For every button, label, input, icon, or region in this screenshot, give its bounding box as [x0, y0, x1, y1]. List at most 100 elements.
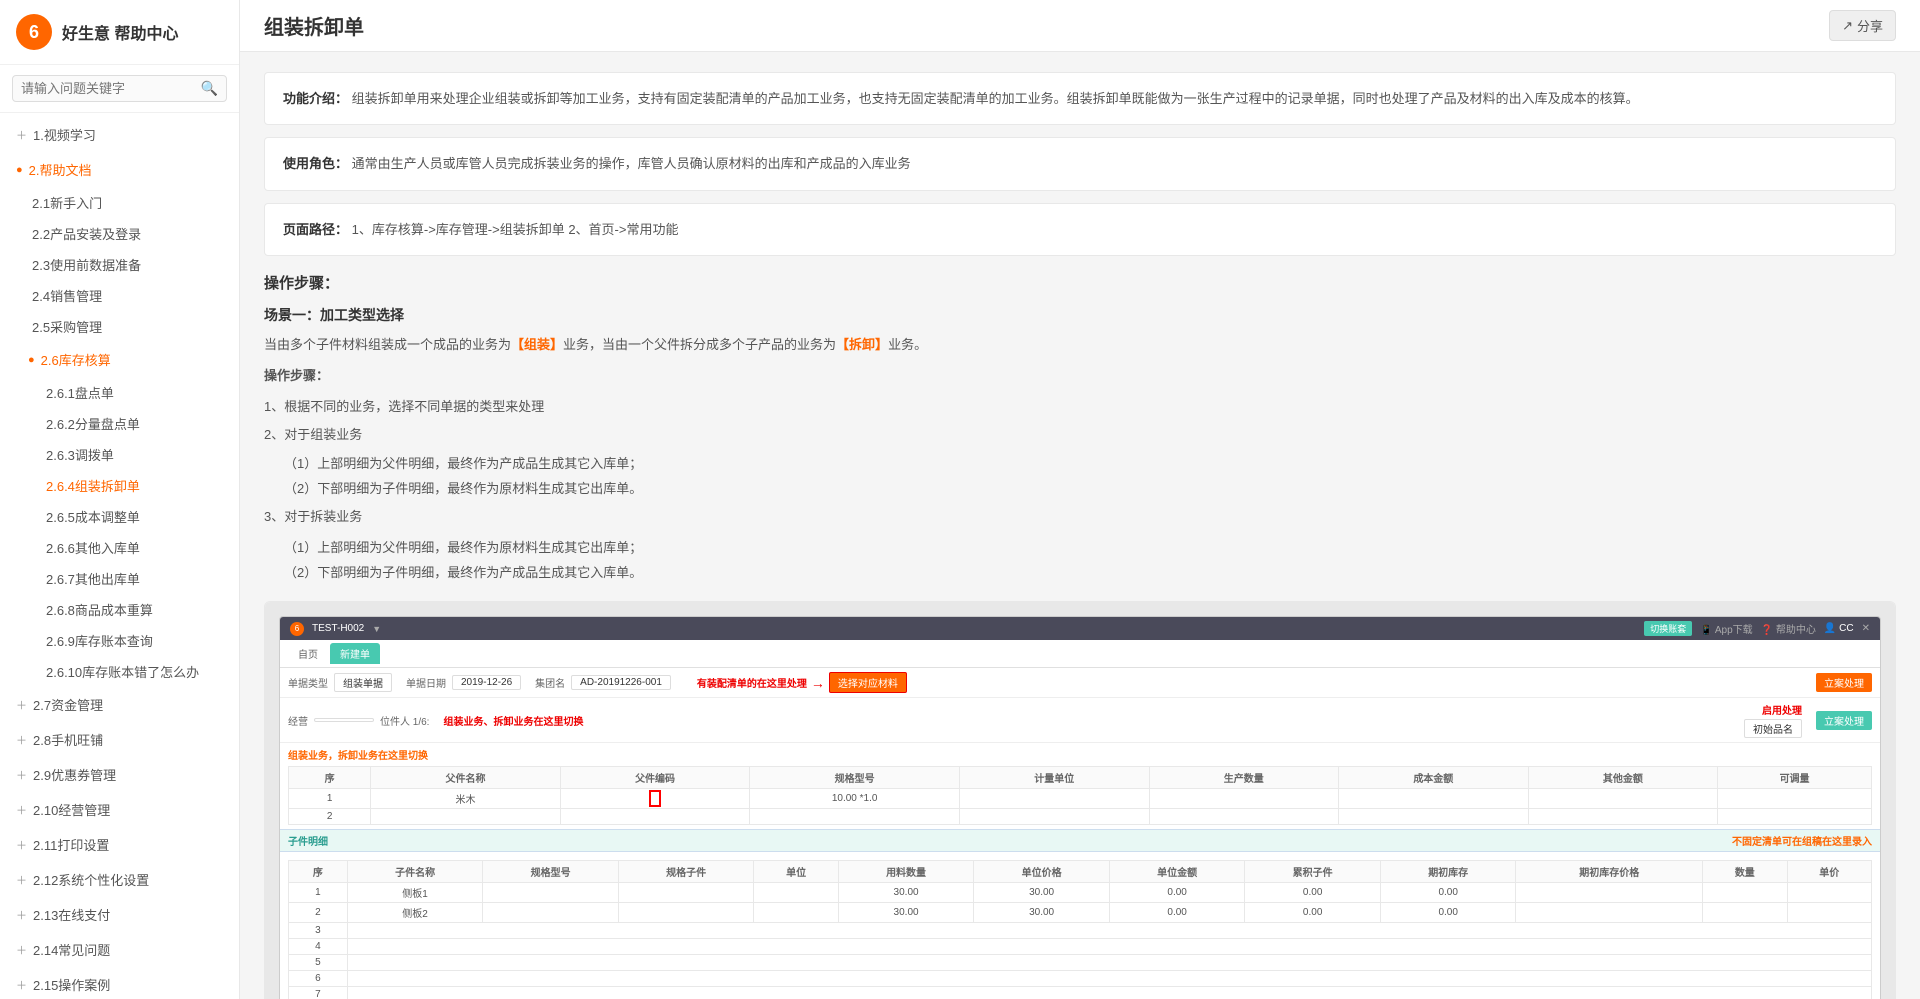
search-box[interactable]: 🔍: [12, 75, 227, 102]
tab-home[interactable]: 自页: [288, 643, 328, 664]
sidebar-item-install[interactable]: 2.2产品安装及登录: [0, 218, 239, 249]
code-highlighted[interactable]: [649, 790, 661, 807]
sidebar-item-mobile[interactable]: ＋ 2.8手机旺铺: [0, 722, 239, 757]
expand-icon-prt: ＋: [16, 837, 27, 853]
sidebar-item-video[interactable]: ＋ 1.视频学习: [0, 117, 239, 152]
sidebar-item-ops[interactable]: ＋ 2.10经营管理: [0, 792, 239, 827]
ops-steps-title: 操作步骤：: [264, 364, 1896, 389]
th-spec: 规格型号: [750, 767, 960, 789]
window-dropdown-icon: ▼: [372, 624, 381, 634]
bom-btn[interactable]: 选择对应材料: [829, 672, 907, 693]
topbar-switch-btn[interactable]: 切换账套: [1644, 621, 1692, 636]
app-tabs: 自页 新建单: [280, 640, 1880, 668]
sidebar-item-inv3[interactable]: 2.6.3调拨单: [0, 439, 239, 470]
sidebar-item-inv4[interactable]: 2.6.4组装拆卸单: [0, 470, 239, 501]
confirm-btn[interactable]: 立案处理: [1816, 711, 1872, 730]
sidebar-item-inv9[interactable]: 2.6.9库存账本查询: [0, 625, 239, 656]
ops-title: 操作步骤：: [264, 272, 1896, 293]
tab-new[interactable]: 新建单: [330, 643, 380, 664]
role-label: 使用角色：: [283, 156, 348, 171]
cell2-unit: [959, 809, 1149, 825]
sub-step-2-2: （2）下部明细为子件明细，最终作为原材料生成其它出库单。: [284, 477, 1896, 502]
field-num-value[interactable]: AD-20191226-001: [571, 675, 671, 690]
window-close-icon[interactable]: ✕: [1862, 623, 1870, 634]
th-seq: 序: [289, 767, 371, 789]
search-input[interactable]: [21, 81, 201, 96]
field-type-label: 单据类型: [288, 675, 328, 690]
sidebar-item-inv5[interactable]: 2.6.5成本调整单: [0, 501, 239, 532]
bth-init-stock: 期初库存: [1380, 861, 1516, 883]
scene1-title: 场景一：加工类型选择: [264, 305, 1896, 325]
th-other: 其他金额: [1528, 767, 1718, 789]
enable-field[interactable]: 初始品名: [1744, 719, 1802, 738]
sidebar-item-data[interactable]: 2.3使用前数据准备: [0, 249, 239, 280]
sidebar-item-inv10[interactable]: 2.6.10库存账本错了怎么办: [0, 656, 239, 687]
field-type-value[interactable]: 组装单据: [334, 673, 392, 692]
cell2-seq: 2: [289, 809, 371, 825]
bottom-table: 序 子件名称 规格型号 规格子件 单位 用料数量 单位价格 单位金额 累积子件: [288, 860, 1872, 999]
bth-cumul: 累积子件: [1245, 861, 1381, 883]
sidebar-item-print[interactable]: ＋ 2.11打印设置: [0, 827, 239, 862]
bth-qty: 数量: [1703, 861, 1787, 883]
top-table-head: 序 父件名称 父件编码 规格型号 计量单位 生产数量 成本金额 其他金额 可调量: [289, 767, 1872, 789]
sidebar-item-docs[interactable]: ● 2.帮助文档: [0, 152, 239, 187]
sidebar-item-coupon[interactable]: ＋ 2.9优惠券管理: [0, 757, 239, 792]
sidebar-item-inv8[interactable]: 2.6.8商品成本重算: [0, 594, 239, 625]
screenshot-inner: 6 TEST-H002 ▼ 切换账套 📱 App下载 ❓ 帮助中心 👤 CC ✕: [265, 602, 1895, 999]
sub-step-3-2: （2）下部明细为子件明细，最终作为产成品生成其它入库单。: [284, 561, 1896, 586]
bottom-row-5: 5: [289, 955, 1872, 971]
sidebar-item-system[interactable]: ＋ 2.12系统个性化设置: [0, 862, 239, 897]
field-date-value[interactable]: 2019-12-26: [452, 675, 521, 690]
toolbar-row1: 单据类型 组装单据 单据日期 2019-12-26 集团名 AD-2019122…: [280, 668, 1880, 698]
annotation-switch-text: 组装业务、拆卸业务在这里切换: [443, 713, 583, 728]
th-unit: 计量单位: [959, 767, 1149, 789]
bottom-table-head: 序 子件名称 规格型号 规格子件 单位 用料数量 单位价格 单位金额 累积子件: [289, 861, 1872, 883]
sidebar: 6 好生意 帮助中心 🔍 ＋ 1.视频学习 ● 2.帮助文档 2.1新手入门 2…: [0, 0, 240, 999]
th-avail: 可调量: [1718, 767, 1872, 789]
sidebar-item-cases[interactable]: ＋ 2.15操作案例: [0, 967, 239, 999]
intro-block: 功能介绍： 组装拆卸单用来处理企业组装或拆卸等加工业务，支持有固定装配清单的产品…: [264, 72, 1896, 125]
cell-spec: 10.00 *1.0: [750, 789, 960, 809]
sidebar-item-inv1[interactable]: 2.6.1盘点单: [0, 377, 239, 408]
expand-icon-cas: ＋: [16, 977, 27, 993]
count-label: 位件人 1/6:: [380, 713, 429, 728]
sidebar-item-purchase[interactable]: 2.5采购管理: [0, 311, 239, 342]
sidebar-item-inv7[interactable]: 2.6.7其他出库单: [0, 563, 239, 594]
sidebar-item-finance[interactable]: ＋ 2.7资金管理: [0, 687, 239, 722]
sidebar-item-sales[interactable]: 2.4销售管理: [0, 280, 239, 311]
cell2-otheamt: [1528, 809, 1718, 825]
step-list: 1、根据不同的业务，选择不同单据的类型来处理 2、对于组装业务: [264, 395, 1896, 448]
operator-input[interactable]: [314, 718, 374, 722]
th-qty: 生产数量: [1149, 767, 1339, 789]
sidebar-item-new[interactable]: 2.1新手入门: [0, 187, 239, 218]
annotation-bom: 有装配清单的在这里处理 → 选择对应材料: [697, 672, 907, 693]
process-btn[interactable]: 立案处理: [1816, 673, 1872, 692]
sidebar-item-inv2[interactable]: 2.6.2分量盘点单: [0, 408, 239, 439]
field-num-label: 集团名: [535, 675, 565, 690]
sub-step-2-1: （1）上部明细为父件明细，最终作为产成品生成其它入库单；: [284, 452, 1896, 477]
window-chrome: 6 TEST-H002 ▼ 切换账套 📱 App下载 ❓ 帮助中心 👤 CC ✕: [280, 617, 1880, 640]
sidebar-item-faq[interactable]: ＋ 2.14常见问题: [0, 932, 239, 967]
top-table-area: 组装业务，拆卸业务在这里切换 序 父件名称 父件编码 规格型号 计量单位: [280, 743, 1880, 829]
content-area: 功能介绍： 组装拆卸单用来处理企业组装或拆卸等加工业务，支持有固定装配清单的产品…: [240, 52, 1920, 999]
sidebar-item-pay[interactable]: ＋ 2.13在线支付: [0, 897, 239, 932]
bottom-row-6: 6: [289, 971, 1872, 987]
bottom-row-3: 3: [289, 923, 1872, 939]
share-button[interactable]: ↗ 分享: [1829, 10, 1896, 41]
cell-seq: 1: [289, 789, 371, 809]
share-icon: ↗: [1842, 18, 1853, 34]
sidebar-item-inv6[interactable]: 2.6.6其他入库单: [0, 532, 239, 563]
expand-icon-ops: ＋: [16, 802, 27, 818]
cell2-avail: [1718, 809, 1872, 825]
role-block: 使用角色： 通常由生产人员或库管人员完成拆装业务的操作，库管人员确认原材料的出库…: [264, 137, 1896, 190]
main-area: 组装拆卸单 ↗ 分享 功能介绍： 组装拆卸单用来处理企业组装或拆卸等加工业务，支…: [240, 0, 1920, 999]
path-label: 页面路径：: [283, 222, 348, 237]
window-title-area: 6 TEST-H002 ▼: [290, 622, 381, 636]
top-table-header-row: 序 父件名称 父件编码 规格型号 计量单位 生产数量 成本金额 其他金额 可调量: [289, 767, 1872, 789]
bth-init-price: 期初库存价格: [1516, 861, 1703, 883]
bottom-section-label: 子件明细: [288, 833, 328, 848]
cell-avail: [1718, 789, 1872, 809]
bth-uamt: 单位金额: [1109, 861, 1245, 883]
cell-prodqty: [1149, 789, 1339, 809]
sidebar-item-inventory[interactable]: ● 2.6库存核算: [0, 342, 239, 377]
